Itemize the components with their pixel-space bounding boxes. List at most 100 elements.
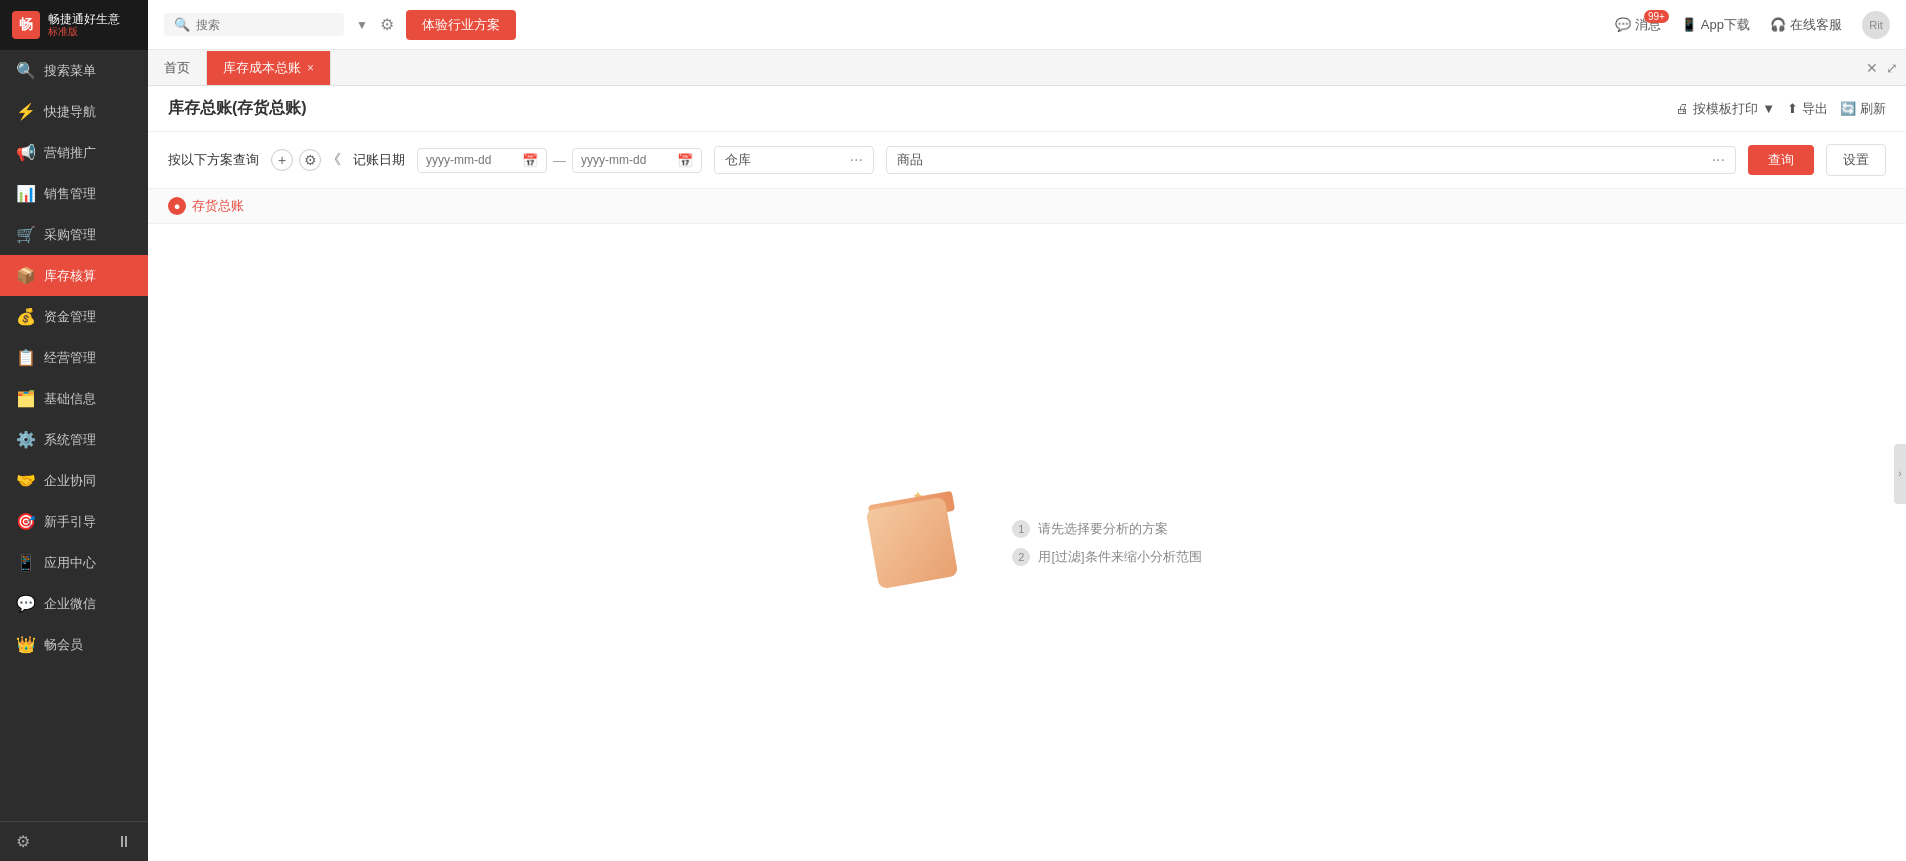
empty-text: 1 请先选择要分析的方案 2 用[过滤]条件来缩小分析范围 bbox=[1012, 520, 1201, 566]
search-dropdown-icon[interactable]: ▼ bbox=[356, 18, 368, 32]
sidebar-nav: 🔍 搜索菜单 ⚡ 快捷导航 📢 营销推广 📊 销售管理 🛒 采购管理 📦 库存核… bbox=[0, 50, 148, 821]
headset-icon: 🎧 bbox=[1770, 17, 1786, 32]
step2-circle: 2 bbox=[1012, 548, 1030, 566]
sidebar-item-new-guide[interactable]: 🎯 新手引导 bbox=[0, 501, 148, 542]
sidebar-item-system[interactable]: ⚙️ 系统管理 bbox=[0, 419, 148, 460]
print-btn[interactable]: 🖨 按模板打印 ▼ bbox=[1676, 100, 1775, 118]
print-label: 按模板打印 bbox=[1693, 100, 1758, 118]
sidebar-item-search[interactable]: 🔍 搜索菜单 bbox=[0, 50, 148, 91]
nav-label-marketing: 营销推广 bbox=[44, 144, 96, 162]
sidebar-item-basic-info[interactable]: 🗂️ 基础信息 bbox=[0, 378, 148, 419]
nav-label-system: 系统管理 bbox=[44, 431, 96, 449]
nav-icon-enterprise: 🤝 bbox=[16, 471, 34, 490]
nav-icon-marketing: 📢 bbox=[16, 143, 34, 162]
sidebar-item-quick-nav[interactable]: ⚡ 快捷导航 bbox=[0, 91, 148, 132]
filter-row: 按以下方案查询 + ⚙ 《 记账日期 📅 — 📅 bbox=[168, 144, 1886, 176]
audio-icon[interactable]: ⏸ bbox=[116, 833, 132, 851]
topbar: 🔍 ▼ ⚙ 体验行业方案 💬 消息 99+ 📱 App下载 🎧 在线客服 Rit bbox=[148, 0, 1906, 50]
date-end-input[interactable] bbox=[581, 153, 671, 167]
user-avatar[interactable]: Rit bbox=[1862, 11, 1890, 39]
messages-btn[interactable]: 💬 消息 99+ bbox=[1615, 16, 1661, 34]
search-input[interactable] bbox=[196, 18, 326, 32]
online-service-btn[interactable]: 🎧 在线客服 bbox=[1770, 16, 1842, 34]
nav-label-operations: 经营管理 bbox=[44, 349, 96, 367]
sidebar-item-app-center[interactable]: 📱 应用中心 bbox=[0, 542, 148, 583]
nav-icon-search: 🔍 bbox=[16, 61, 34, 80]
app-download-label: App下载 bbox=[1701, 16, 1750, 34]
topbar-search-box[interactable]: 🔍 bbox=[164, 13, 344, 36]
query-btn[interactable]: 查询 bbox=[1748, 145, 1814, 175]
logo-sub-text: 标准版 bbox=[48, 26, 120, 38]
filter-add-btn[interactable]: + bbox=[271, 149, 293, 171]
message-icon: 💬 bbox=[1615, 17, 1631, 32]
export-btn[interactable]: ⬆ 导出 bbox=[1787, 100, 1828, 118]
logo-main-text: 畅捷通好生意 bbox=[48, 12, 120, 26]
filter-add-actions: + ⚙ 《 bbox=[271, 149, 341, 171]
filter-collapse-btn[interactable]: 《 bbox=[327, 151, 341, 169]
content-area: 库存总账(存货总账) 🖨 按模板打印 ▼ ⬆ 导出 🔄 刷新 bbox=[148, 86, 1906, 861]
sidebar-item-sales[interactable]: 📊 销售管理 bbox=[0, 173, 148, 214]
page-header: 库存总账(存货总账) 🖨 按模板打印 ▼ ⬆ 导出 🔄 刷新 bbox=[148, 86, 1906, 132]
nav-icon-operations: 📋 bbox=[16, 348, 34, 367]
nav-icon-inventory: 📦 bbox=[16, 266, 34, 285]
online-service-label: 在线客服 bbox=[1790, 16, 1842, 34]
nav-label-enterprise: 企业协同 bbox=[44, 472, 96, 490]
close-panel-btn[interactable]: ✕ bbox=[1866, 60, 1878, 76]
settings-btn[interactable]: 设置 bbox=[1826, 144, 1886, 176]
page-title: 库存总账(存货总账) bbox=[168, 98, 307, 119]
date-separator: — bbox=[553, 153, 566, 168]
app-download-btn[interactable]: 📱 App下载 bbox=[1681, 16, 1750, 34]
product-label: 商品 bbox=[897, 151, 923, 169]
sidebar-item-marketing[interactable]: 📢 营销推广 bbox=[0, 132, 148, 173]
nav-label-funds: 资金管理 bbox=[44, 308, 96, 326]
warehouse-select[interactable]: 仓库 ··· bbox=[714, 146, 874, 174]
sidebar-item-operations[interactable]: 📋 经营管理 bbox=[0, 337, 148, 378]
date-start-input[interactable] bbox=[426, 153, 516, 167]
nav-label-app-center: 应用中心 bbox=[44, 554, 96, 572]
step2-text: 用[过滤]条件来缩小分析范围 bbox=[1038, 548, 1201, 566]
nav-label-purchase: 采购管理 bbox=[44, 226, 96, 244]
sidebar: 畅 畅捷通好生意 标准版 🔍 搜索菜单 ⚡ 快捷导航 📢 营销推广 📊 销售管理… bbox=[0, 0, 148, 861]
nav-label-vip: 畅会员 bbox=[44, 636, 83, 654]
step1-text: 请先选择要分析的方案 bbox=[1038, 520, 1168, 538]
tab-inventory-ledger[interactable]: 库存成本总账 × bbox=[207, 51, 331, 85]
sidebar-item-wechat[interactable]: 💬 企业微信 bbox=[0, 583, 148, 624]
refresh-btn[interactable]: 🔄 刷新 bbox=[1840, 100, 1886, 118]
sidebar-bottom: ⚙ ⏸ bbox=[0, 821, 148, 861]
calendar-end-icon[interactable]: 📅 bbox=[677, 153, 693, 168]
nav-icon-sales: 📊 bbox=[16, 184, 34, 203]
scheme-item[interactable]: ● 存货总账 bbox=[168, 197, 244, 215]
sidebar-item-funds[interactable]: 💰 资金管理 bbox=[0, 296, 148, 337]
expand-panel-btn[interactable]: ⤢ bbox=[1886, 60, 1898, 76]
sidebar-item-enterprise[interactable]: 🤝 企业协同 bbox=[0, 460, 148, 501]
tab-label: 库存成本总账 bbox=[223, 59, 301, 77]
industry-btn[interactable]: 体验行业方案 bbox=[406, 10, 516, 40]
product-select[interactable]: 商品 ··· bbox=[886, 146, 1736, 174]
empty-step2: 2 用[过滤]条件来缩小分析范围 bbox=[1012, 548, 1201, 566]
filter-settings-icon-btn[interactable]: ⚙ bbox=[299, 149, 321, 171]
box-shape bbox=[866, 496, 959, 589]
tab-home[interactable]: 首页 bbox=[148, 51, 207, 85]
export-icon: ⬆ bbox=[1787, 101, 1798, 116]
messages-badge: 99+ bbox=[1644, 10, 1669, 23]
warehouse-more-icon: ··· bbox=[850, 151, 863, 169]
topbar-right: 💬 消息 99+ 📱 App下载 🎧 在线客服 Rit bbox=[1615, 11, 1890, 39]
tab-close-icon[interactable]: × bbox=[307, 61, 314, 75]
sidebar-item-vip[interactable]: 👑 畅会员 bbox=[0, 624, 148, 665]
step1-circle: 1 bbox=[1012, 520, 1030, 538]
sidebar-item-purchase[interactable]: 🛒 采购管理 bbox=[0, 214, 148, 255]
empty-illustration: ✦ bbox=[852, 483, 972, 603]
scheme-row: ● 存货总账 bbox=[148, 189, 1906, 224]
nav-icon-system: ⚙️ bbox=[16, 430, 34, 449]
date-end-wrap[interactable]: 📅 bbox=[572, 148, 702, 173]
nav-icon-quick-nav: ⚡ bbox=[16, 102, 34, 121]
settings-bottom-icon[interactable]: ⚙ bbox=[16, 832, 30, 851]
date-start-wrap[interactable]: 📅 bbox=[417, 148, 547, 173]
sidebar-item-inventory[interactable]: 📦 库存核算 bbox=[0, 255, 148, 296]
logo-text: 畅捷通好生意 标准版 bbox=[48, 12, 120, 38]
topbar-settings-icon[interactable]: ⚙ bbox=[380, 15, 394, 34]
print-icon: 🖨 bbox=[1676, 101, 1689, 116]
nav-label-basic-info: 基础信息 bbox=[44, 390, 96, 408]
right-panel-toggle[interactable]: › bbox=[1894, 444, 1906, 504]
calendar-start-icon[interactable]: 📅 bbox=[522, 153, 538, 168]
